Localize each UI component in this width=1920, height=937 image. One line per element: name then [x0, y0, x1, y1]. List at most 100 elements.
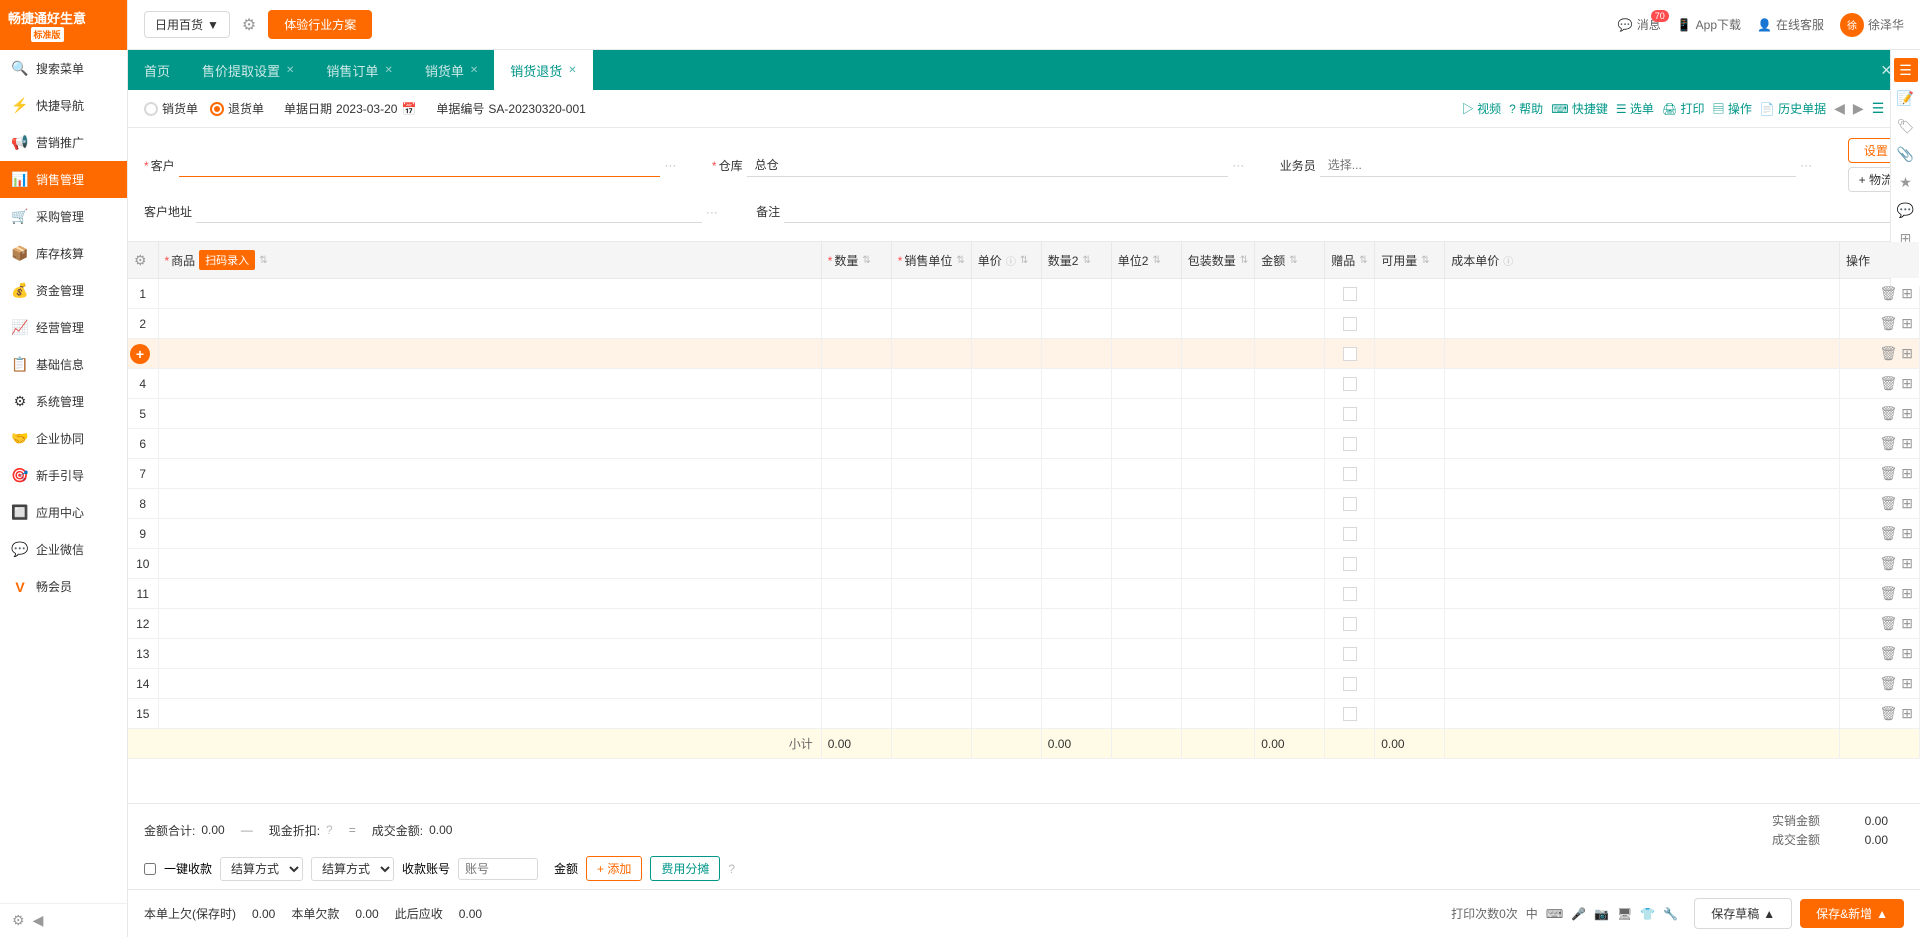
available-cell[interactable]	[1375, 519, 1445, 549]
gift-cell[interactable]	[1325, 489, 1375, 519]
sidebar-item-guide[interactable]: 🎯 新手引导	[0, 457, 127, 494]
sidebar-item-quick-nav[interactable]: ⚡ 快捷导航	[0, 87, 127, 124]
unit-price-cell[interactable]	[971, 639, 1041, 669]
select-btn[interactable]: ☰ 选单	[1616, 100, 1654, 117]
amount-cell[interactable]	[1255, 369, 1325, 399]
gift-cell[interactable]	[1325, 459, 1375, 489]
qty-cell[interactable]	[821, 699, 891, 729]
available-cell[interactable]	[1375, 309, 1445, 339]
gift-checkbox[interactable]	[1343, 287, 1357, 301]
customer-dots-btn[interactable]: ···	[664, 158, 676, 172]
sidebar-item-marketing[interactable]: 📢 营销推广	[0, 124, 127, 161]
product-input[interactable]	[165, 467, 815, 481]
amount-cell[interactable]	[1255, 459, 1325, 489]
amount-cell[interactable]	[1255, 489, 1325, 519]
sidebar-item-purchase[interactable]: 🛒 采购管理	[0, 198, 127, 235]
unit-price-cell[interactable]	[971, 489, 1041, 519]
fee-help-icon[interactable]: ?	[728, 862, 735, 876]
sale-unit-cell[interactable]	[891, 489, 971, 519]
gift-sort-icon[interactable]: ⇅	[1359, 255, 1367, 266]
available-cell[interactable]	[1375, 369, 1445, 399]
pkg-qty-cell[interactable]	[1181, 609, 1254, 639]
pkg-qty-cell[interactable]	[1181, 429, 1254, 459]
sale-unit-cell[interactable]	[891, 309, 971, 339]
unit-price-cell[interactable]	[971, 549, 1041, 579]
calculation-select[interactable]: 结算方式	[311, 857, 394, 881]
qty-sort-icon[interactable]: ⇅	[862, 255, 870, 266]
product-cell[interactable]	[158, 519, 821, 549]
sidebar-item-app-center[interactable]: 🔲 应用中心	[0, 494, 127, 531]
view-list-icon[interactable]: ☰	[1872, 100, 1885, 117]
gift-checkbox[interactable]	[1343, 407, 1357, 421]
unit-price-cell[interactable]	[971, 429, 1041, 459]
delete-row-icon[interactable]: 🗑	[1879, 345, 1897, 362]
unit-price-cell[interactable]	[971, 669, 1041, 699]
qty-cell[interactable]	[821, 369, 891, 399]
product-cell[interactable]	[158, 459, 821, 489]
product-cell[interactable]	[158, 579, 821, 609]
copy-row-icon[interactable]: ⊞	[1901, 315, 1913, 332]
qty2-cell[interactable]	[1041, 609, 1111, 639]
gift-checkbox[interactable]	[1343, 437, 1357, 451]
pkg-qty-cell[interactable]	[1181, 639, 1254, 669]
unit2-cell[interactable]	[1111, 639, 1181, 669]
unit2-cell[interactable]	[1111, 579, 1181, 609]
gift-checkbox[interactable]	[1343, 467, 1357, 481]
product-cell[interactable]	[158, 339, 821, 369]
cost-price-cell[interactable]	[1445, 459, 1840, 489]
product-input[interactable]	[165, 347, 815, 361]
sale-unit-cell[interactable]	[891, 399, 971, 429]
copy-row-icon[interactable]: ⊞	[1901, 525, 1913, 542]
cost-price-cell[interactable]	[1445, 339, 1840, 369]
shortcut-btn[interactable]: ⌨ 快捷键	[1551, 100, 1608, 117]
gift-checkbox[interactable]	[1343, 647, 1357, 661]
video-btn[interactable]: ▷ 视频	[1462, 100, 1501, 117]
date-value[interactable]: 2023-03-20	[336, 102, 397, 116]
pkg-qty-cell[interactable]	[1181, 369, 1254, 399]
unit-price-cell[interactable]	[971, 609, 1041, 639]
tool4-icon[interactable]: 🖥	[1617, 907, 1632, 921]
unit2-cell[interactable]	[1111, 669, 1181, 699]
amount-cell[interactable]	[1255, 699, 1325, 729]
copy-row-icon[interactable]: ⊞	[1901, 675, 1913, 692]
copy-row-icon[interactable]: ⊞	[1901, 645, 1913, 662]
pkg-qty-cell[interactable]	[1181, 669, 1254, 699]
gift-cell[interactable]	[1325, 609, 1375, 639]
copy-row-icon[interactable]: ⊞	[1901, 615, 1913, 632]
delete-row-icon[interactable]: 🗑	[1879, 285, 1897, 302]
qty2-cell[interactable]	[1041, 579, 1111, 609]
pkg-qty-cell[interactable]	[1181, 489, 1254, 519]
settlement-select[interactable]: 结算方式	[220, 857, 303, 881]
sale-unit-cell[interactable]	[891, 429, 971, 459]
available-cell[interactable]	[1375, 639, 1445, 669]
pkg-qty-cell[interactable]	[1181, 549, 1254, 579]
calendar-icon[interactable]: 📅	[401, 102, 416, 116]
side-panel-tag-icon[interactable]: 🏷	[1894, 114, 1918, 138]
delete-row-icon[interactable]: 🗑	[1879, 495, 1897, 512]
sidebar-item-finance[interactable]: 💰 资金管理	[0, 272, 127, 309]
gift-cell[interactable]	[1325, 279, 1375, 309]
table-gear-icon[interactable]: ⚙	[134, 252, 147, 268]
available-cell[interactable]	[1375, 279, 1445, 309]
unit2-cell[interactable]	[1111, 699, 1181, 729]
qty2-cell[interactable]	[1041, 399, 1111, 429]
radio-return[interactable]: 退货单	[210, 100, 264, 117]
sale-unit-cell[interactable]	[891, 699, 971, 729]
product-input[interactable]	[165, 317, 815, 331]
try-btn[interactable]: 体验行业方案	[268, 10, 372, 39]
nav-next-icon[interactable]: ▶	[1853, 100, 1864, 117]
warehouse-dots-btn[interactable]: ···	[1232, 158, 1244, 172]
sale-unit-cell[interactable]	[891, 549, 971, 579]
pkg-qty-sort-icon[interactable]: ⇅	[1240, 255, 1248, 266]
product-input[interactable]	[165, 527, 815, 541]
sidebar-item-system[interactable]: ⚙ 系统管理	[0, 383, 127, 420]
delete-row-icon[interactable]: 🗑	[1879, 585, 1897, 602]
delete-row-icon[interactable]: 🗑	[1879, 645, 1897, 662]
delete-row-icon[interactable]: 🗑	[1879, 315, 1897, 332]
delete-row-icon[interactable]: 🗑	[1879, 435, 1897, 452]
qty2-cell[interactable]	[1041, 459, 1111, 489]
pkg-qty-cell[interactable]	[1181, 309, 1254, 339]
gift-checkbox[interactable]	[1343, 347, 1357, 361]
gift-checkbox[interactable]	[1343, 677, 1357, 691]
amount-cell[interactable]	[1255, 339, 1325, 369]
